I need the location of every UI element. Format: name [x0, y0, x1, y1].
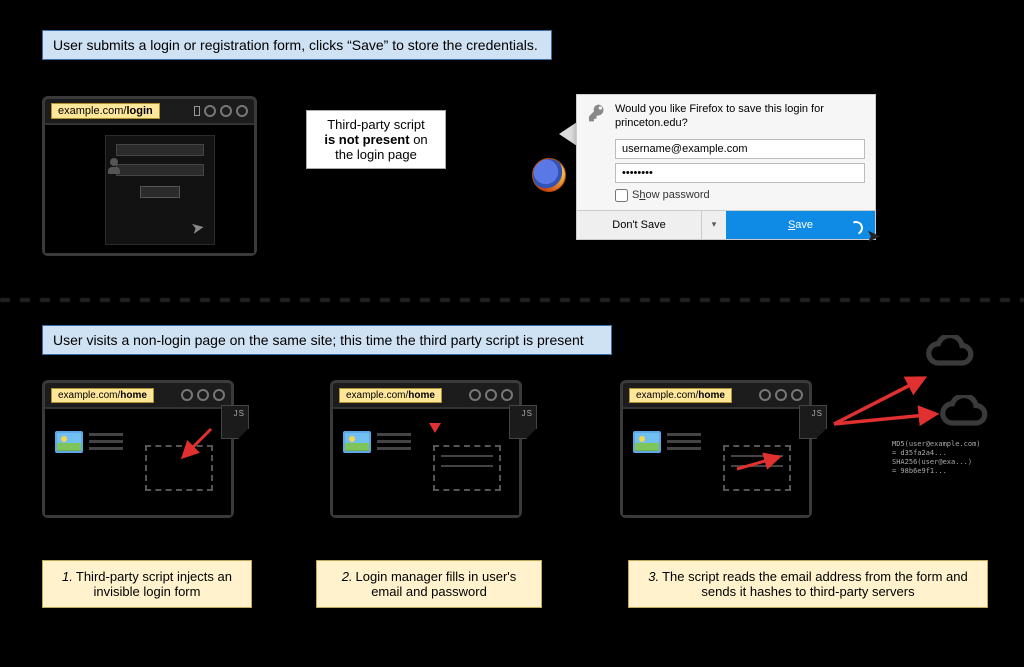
- submit-button: [140, 186, 180, 198]
- url-bar: example.com/home: [339, 388, 442, 403]
- invisible-login-form: [433, 445, 501, 491]
- section2-title: User visits a non-login page on the same…: [42, 325, 612, 355]
- saved-username-input[interactable]: [615, 139, 865, 159]
- page-image-icon: [633, 431, 661, 453]
- saved-password-input[interactable]: [615, 163, 865, 183]
- password-field: [116, 164, 204, 176]
- click-indicator-icon: [847, 219, 865, 237]
- browser-content: ➤: [45, 123, 254, 253]
- window-button: [204, 105, 216, 117]
- page-text-lines: [89, 433, 123, 454]
- firefox-icon: [532, 158, 566, 192]
- server-cloud-icon: [920, 335, 976, 369]
- save-button[interactable]: Save ➤: [726, 211, 875, 239]
- browser-step2: example.com/home JS: [330, 380, 522, 518]
- page-image-icon: [343, 431, 371, 453]
- save-login-dialog: Would you like Firefox to save this logi…: [576, 94, 876, 240]
- section-divider: [0, 298, 1024, 302]
- caption-step1: 1.Third-party script injects an invisibl…: [42, 560, 252, 608]
- cursor-icon: ➤: [866, 226, 881, 247]
- caption-step3: 3.The script reads the email address fro…: [628, 560, 988, 608]
- url-bar: example.com/login: [51, 103, 160, 119]
- key-icon: [587, 103, 607, 123]
- js-file-icon: JS: [221, 405, 249, 439]
- dialog-pointer: [559, 122, 577, 146]
- page-text-lines: [667, 433, 701, 454]
- section1-title: User submits a login or registration for…: [42, 30, 552, 60]
- hash-preview: MD5(user@example.com) = d35fa2a4... SHA2…: [892, 440, 1002, 476]
- browser-step1: example.com/home JS: [42, 380, 234, 518]
- toolbar-icon: [194, 106, 200, 116]
- url-bar: example.com/home: [51, 388, 154, 403]
- note-third-party-absent: Third-party script is not present on the…: [306, 110, 446, 169]
- read-arrow: [733, 455, 783, 480]
- dont-save-button[interactable]: Don't Save ▾: [577, 211, 726, 239]
- js-file-icon: JS: [799, 405, 827, 439]
- server-cloud-icon: [934, 395, 990, 429]
- show-password-checkbox[interactable]: Show password: [577, 187, 875, 210]
- cursor-icon: ➤: [189, 217, 206, 239]
- user-silhouette-icon: [108, 158, 120, 174]
- autofill-arrow: [429, 423, 441, 433]
- window-button: [236, 105, 248, 117]
- send-arrow-2: [832, 404, 942, 439]
- page-image-icon: [55, 431, 83, 453]
- browser-step3: example.com/home JS: [620, 380, 812, 518]
- url-bar: example.com/home: [629, 388, 732, 403]
- browser-login: example.com/login ➤: [42, 96, 257, 256]
- caption-step2: 2.Login manager fills in user's email an…: [316, 560, 542, 608]
- js-file-icon: JS: [509, 405, 537, 439]
- inject-arrow: [173, 427, 213, 472]
- username-field: [116, 144, 204, 156]
- show-password-box[interactable]: [615, 189, 628, 202]
- browser-titlebar: example.com/login: [45, 99, 254, 123]
- window-button: [220, 105, 232, 117]
- page-text-lines: [377, 433, 411, 454]
- dialog-message: Would you like Firefox to save this logi…: [615, 103, 865, 131]
- dont-save-dropdown[interactable]: ▾: [702, 211, 726, 239]
- login-panel: ➤: [105, 135, 215, 245]
